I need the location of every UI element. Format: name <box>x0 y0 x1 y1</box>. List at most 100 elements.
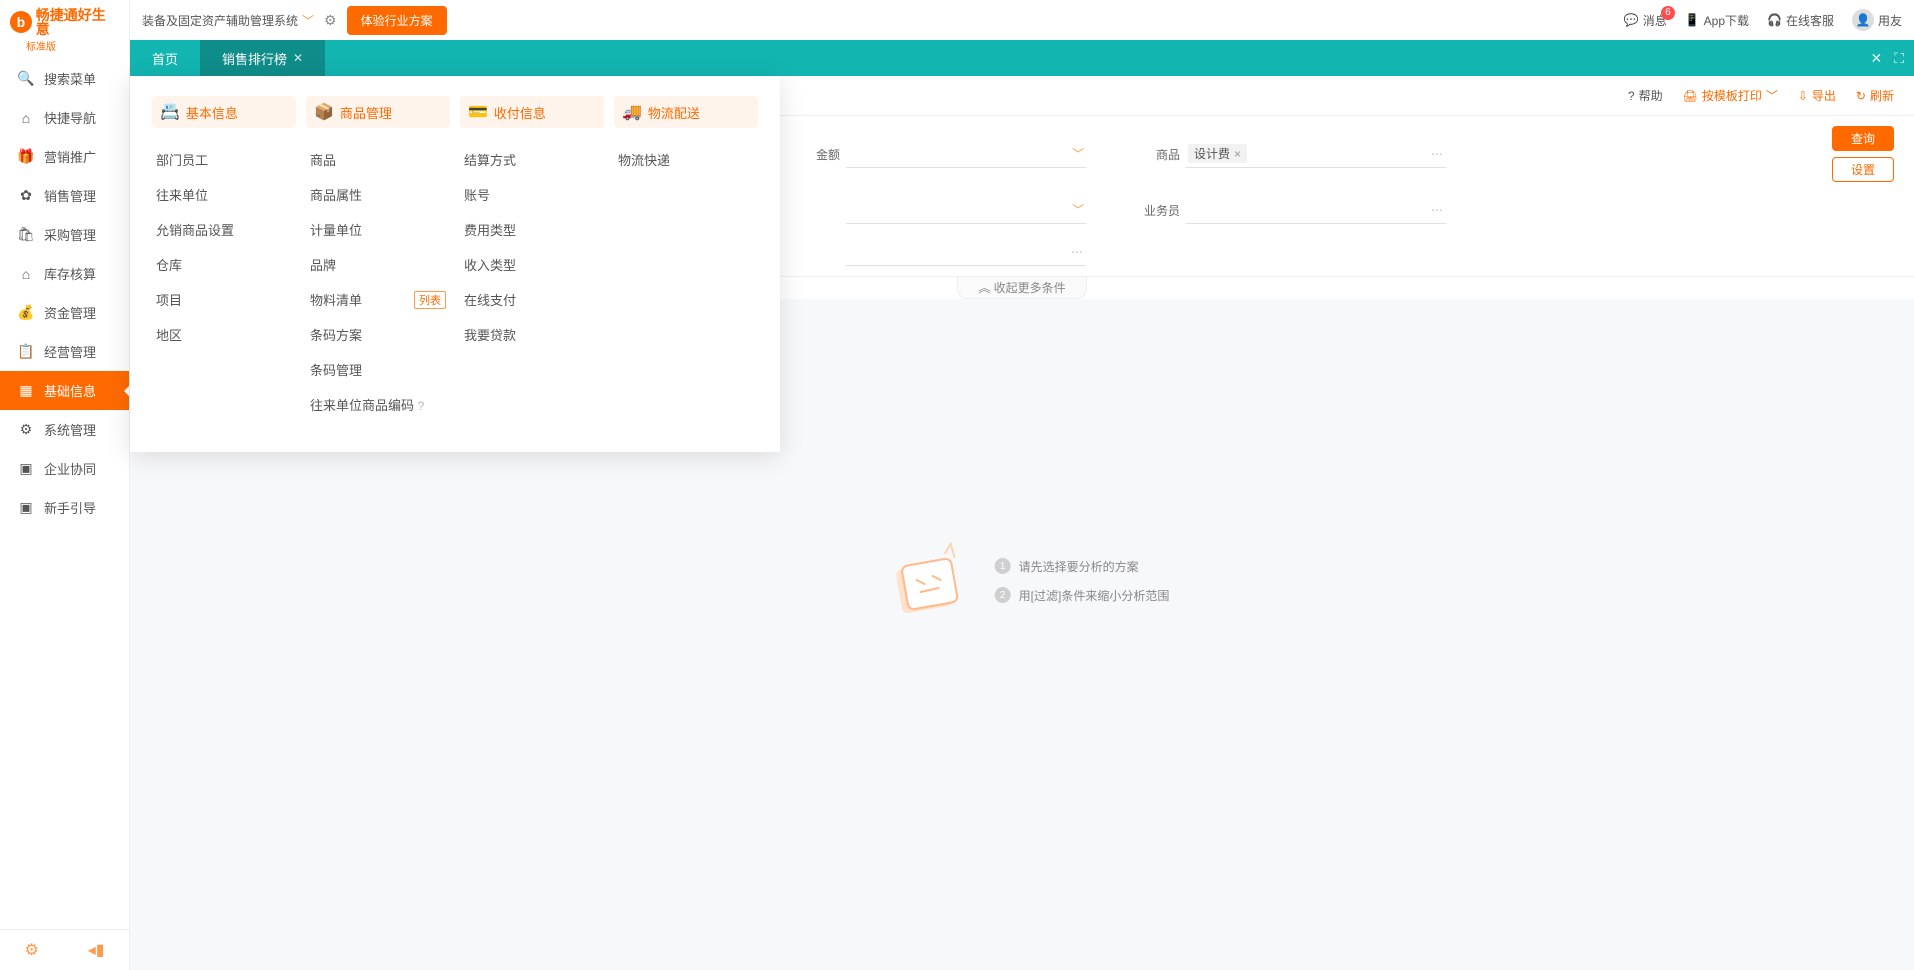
nav-label: 资金管理 <box>44 303 96 322</box>
system-selector[interactable]: 装备及固定资产辅助管理系统 ﹀ <box>142 12 314 29</box>
print-icon: 🖨 <box>1683 89 1698 103</box>
nav-label: 企业协同 <box>44 459 96 478</box>
industry-plan-button[interactable]: 体验行业方案 <box>347 6 447 35</box>
flyout-item[interactable]: 条码方案 <box>306 317 450 352</box>
empty-step-2: 2 用[过滤]条件来缩小分析范围 <box>995 587 1170 604</box>
amount-select[interactable]: ﹀ <box>846 140 1086 168</box>
nav-icon: 🎁 <box>18 149 34 165</box>
chevron-down-icon: ﹀ <box>1766 87 1778 104</box>
nav-label: 搜索菜单 <box>44 69 96 88</box>
close-all-icon[interactable]: ✕ <box>1870 50 1882 67</box>
secondary-select[interactable]: ﹀ <box>846 196 1086 224</box>
flyout-item[interactable]: 商品属性 <box>306 177 450 212</box>
avatar-icon: 👤 <box>1852 9 1874 31</box>
flyout-col-3: 🚚物流配送物流快递 <box>614 96 758 422</box>
flyout-item[interactable]: 商品 <box>306 142 450 177</box>
nav-label: 营销推广 <box>44 147 96 166</box>
flyout-item[interactable]: 结算方式 <box>460 142 604 177</box>
template-print-button[interactable]: 🖨按模板打印﹀ <box>1683 87 1778 104</box>
refresh-button[interactable]: ↻刷新 <box>1856 87 1894 104</box>
sidebar-item-7[interactable]: 📋 经营管理 <box>0 332 129 371</box>
chevron-down-icon: ﹀ <box>302 12 314 29</box>
sidebar-item-6[interactable]: 💰资金管理 <box>0 293 129 332</box>
message-icon: 💬 <box>1624 13 1639 27</box>
messages-count-badge: 6 <box>1661 6 1675 20</box>
flyout-item[interactable]: 物流快递 <box>614 142 758 177</box>
sidebar-item-0[interactable]: 🔍搜索菜单 <box>0 59 129 98</box>
export-button[interactable]: ⇩导出 <box>1798 87 1836 104</box>
settings-icon[interactable]: ⚙ <box>24 940 38 960</box>
nav-label: 基础信息 <box>44 381 96 400</box>
nav-icon: ⌂ <box>18 110 34 126</box>
gear-icon[interactable]: ⚙ <box>324 12 337 29</box>
nav-icon: 📋 <box>18 344 34 360</box>
sidebar-item-9[interactable]: ⚙系统管理 <box>0 410 129 449</box>
close-icon[interactable]: ✕ <box>293 51 303 65</box>
flyout-item[interactable]: 条码管理 <box>306 352 450 387</box>
remove-tag-icon[interactable]: × <box>1234 147 1241 161</box>
collapse-sidebar-icon[interactable]: ◂▮ <box>88 940 105 960</box>
nav-label: 快捷导航 <box>44 108 96 127</box>
nav-label: 新手引导 <box>44 498 96 517</box>
sidebar-item-10[interactable]: ▣ 企业协同 <box>0 449 129 488</box>
sidebar-item-2[interactable]: 🎁 营销推广 <box>0 137 129 176</box>
flyout-item[interactable]: 允销商品设置 <box>152 212 296 247</box>
nav-icon: ⚙ <box>18 422 34 438</box>
flyout-item[interactable]: 账号 <box>460 177 604 212</box>
empty-step-1: 1 请先选择要分析的方案 <box>995 558 1170 575</box>
flyout-item[interactable]: 部门员工 <box>152 142 296 177</box>
brand-edition: 标准版 <box>26 38 129 59</box>
sales-select[interactable]: ⋯ <box>1186 196 1446 224</box>
nav-icon: ▣ <box>18 461 34 477</box>
flyout-item[interactable]: 品牌 <box>306 247 450 282</box>
sidebar-item-11[interactable]: ▣新手引导 <box>0 488 129 527</box>
section-icon: 💳 <box>468 102 488 122</box>
topbar: 装备及固定资产辅助管理系统 ﹀ ⚙ 体验行业方案 💬 消息 6 📱 App下载 … <box>130 0 1914 40</box>
more-icon[interactable]: ⋯ <box>1071 245 1084 259</box>
help-icon: ? <box>1628 89 1635 103</box>
flyout-item[interactable]: 往来单位 <box>152 177 296 212</box>
flyout-item[interactable]: 在线支付 <box>460 282 604 317</box>
online-cs-button[interactable]: 🎧 在线客服 <box>1767 12 1834 29</box>
system-name: 装备及固定资产辅助管理系统 <box>142 12 298 29</box>
tab-sales-ranking[interactable]: 销售排行榜 ✕ <box>200 40 325 76</box>
fullscreen-icon[interactable]: ⛶ <box>1894 50 1904 67</box>
flyout-item[interactable]: 费用类型 <box>460 212 604 247</box>
step-number: 2 <box>995 587 1011 603</box>
flyout-item[interactable]: 地区 <box>152 317 296 352</box>
app-download-button[interactable]: 📱 App下载 <box>1685 12 1749 29</box>
flyout-item[interactable]: 项目 <box>152 282 296 317</box>
sidebar-item-8[interactable]: ▦基础信息 <box>0 371 129 410</box>
section-icon: 📇 <box>160 102 180 122</box>
help-icon[interactable]: ? <box>418 399 425 413</box>
user-menu[interactable]: 👤 用友 <box>1852 9 1902 31</box>
sidebar-item-4[interactable]: 🛍采购管理 <box>0 215 129 254</box>
flyout-item[interactable]: 收入类型 <box>460 247 604 282</box>
help-button[interactable]: ?帮助 <box>1628 87 1663 104</box>
flyout-col-2: 💳收付信息结算方式账号费用类型收入类型在线支付我要贷款 <box>460 96 604 422</box>
sidebar-item-3[interactable]: ✿销售管理 <box>0 176 129 215</box>
nav-label: 经营管理 <box>44 342 96 361</box>
more-icon[interactable]: ⋯ <box>1431 203 1444 217</box>
flyout-item[interactable]: 往来单位商品编码 ? <box>306 387 450 422</box>
flyout-item[interactable]: 仓库 <box>152 247 296 282</box>
flyout-head: 📦商品管理 <box>306 96 450 128</box>
flyout-item[interactable]: 物料清单列表 <box>306 282 450 317</box>
settings-button[interactable]: 设置 <box>1832 157 1894 182</box>
more-icon[interactable]: ⋯ <box>1431 147 1444 161</box>
collapse-conditions-button[interactable]: ︽ 收起更多条件 <box>957 277 1086 299</box>
basic-info-flyout: 📇基本信息部门员工往来单位允销商品设置仓库项目地区📦商品管理商品商品属性计量单位… <box>130 76 780 452</box>
sidebar-item-1[interactable]: ⌂ 快捷导航 <box>0 98 129 137</box>
tab-home[interactable]: 首页 <box>130 40 200 76</box>
tertiary-select[interactable]: ⋯ <box>846 238 1086 266</box>
flyout-head: 💳收付信息 <box>460 96 604 128</box>
query-button[interactable]: 查询 <box>1832 126 1894 151</box>
sidebar-item-5[interactable]: ⌂库存核算 <box>0 254 129 293</box>
step-number: 1 <box>995 558 1011 574</box>
messages-button[interactable]: 💬 消息 6 <box>1624 12 1667 29</box>
product-select[interactable]: 设计费× ⋯ <box>1186 140 1446 168</box>
flyout-item[interactable]: 我要贷款 <box>460 317 604 352</box>
brand-logo-icon: b <box>10 11 32 33</box>
amount-label: 金额 <box>800 146 840 163</box>
flyout-item[interactable]: 计量单位 <box>306 212 450 247</box>
